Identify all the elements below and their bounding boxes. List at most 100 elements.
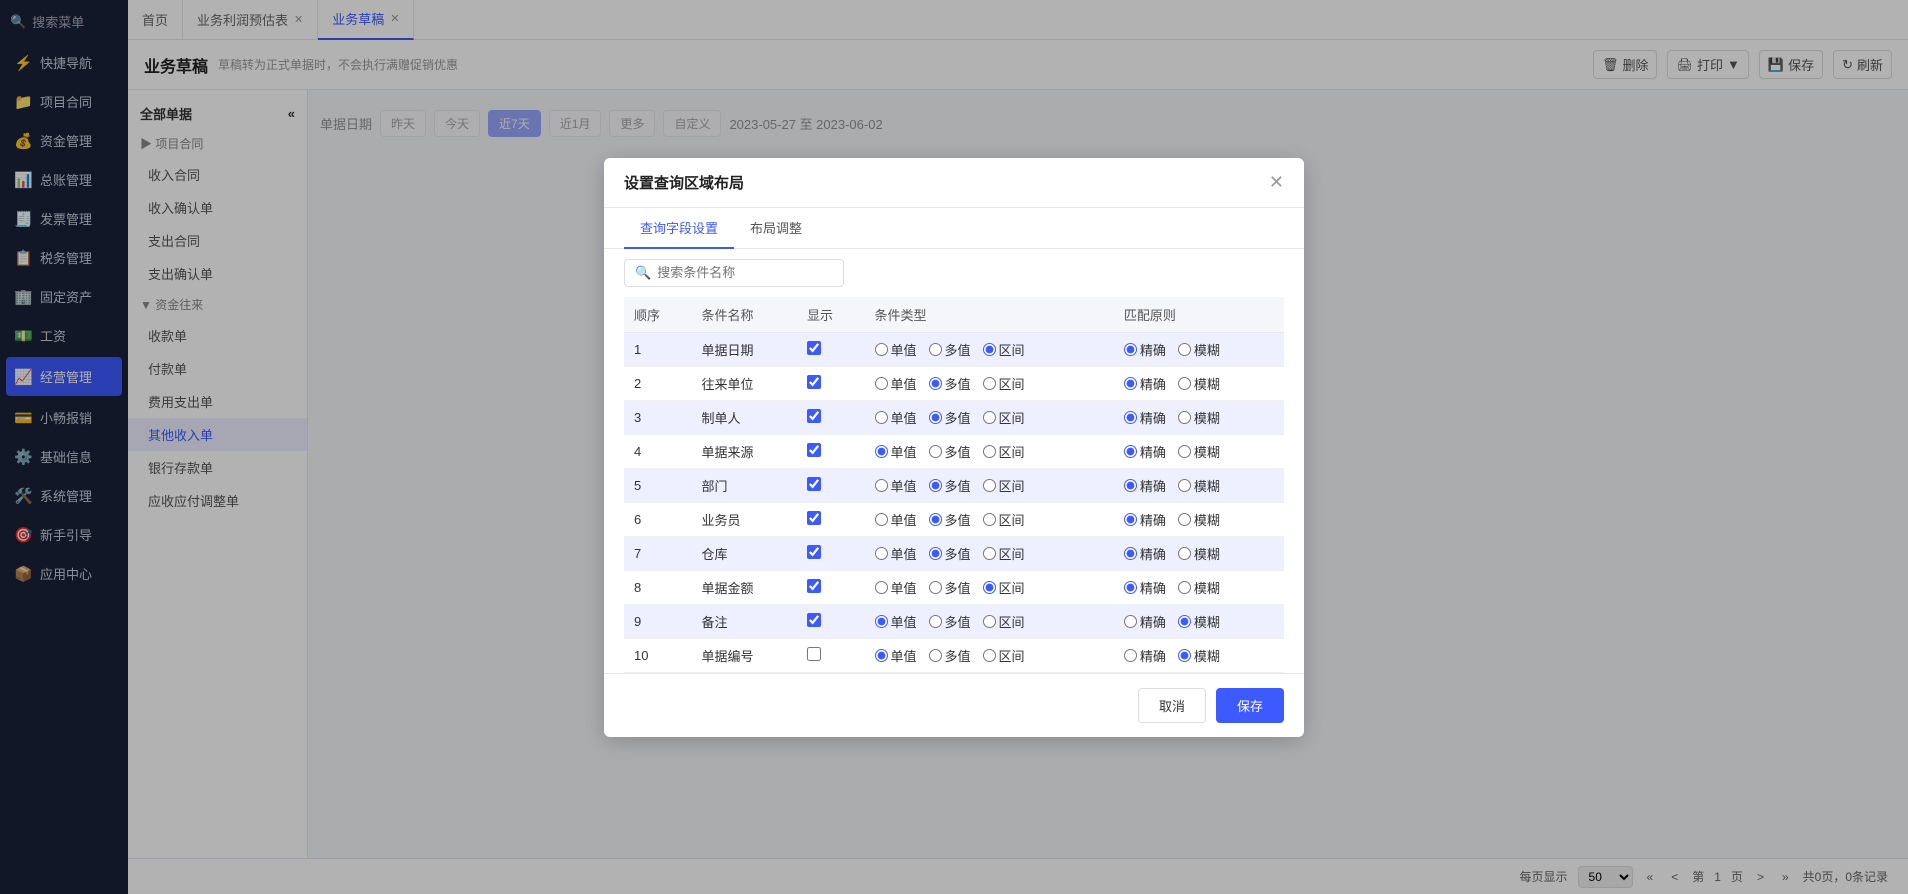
type-radio-多值[interactable]: 多值 bbox=[929, 646, 971, 665]
match-radio-精确[interactable]: 精确 bbox=[1124, 510, 1166, 529]
show-checkbox[interactable] bbox=[807, 647, 821, 661]
match-radio-精确[interactable]: 精确 bbox=[1124, 442, 1166, 461]
type-radio-多值[interactable]: 多值 bbox=[929, 612, 971, 631]
cell-match: 精确模糊 bbox=[1114, 468, 1284, 502]
type-radio-单值[interactable]: 单值 bbox=[875, 646, 917, 665]
type-radio-区间[interactable]: 区间 bbox=[983, 340, 1025, 359]
type-radio-单值[interactable]: 单值 bbox=[875, 578, 917, 597]
table-row: 6业务员单值多值区间精确模糊 bbox=[624, 502, 1284, 536]
match-radio-模糊[interactable]: 模糊 bbox=[1178, 442, 1220, 461]
type-radio-区间[interactable]: 区间 bbox=[983, 476, 1025, 495]
cell-show[interactable] bbox=[797, 468, 864, 502]
cell-order: 8 bbox=[624, 570, 691, 604]
show-checkbox[interactable] bbox=[807, 375, 821, 389]
match-radio-精确[interactable]: 精确 bbox=[1124, 374, 1166, 393]
type-radio-多值[interactable]: 多值 bbox=[929, 408, 971, 427]
match-radio-模糊[interactable]: 模糊 bbox=[1178, 544, 1220, 563]
type-radio-区间[interactable]: 区间 bbox=[983, 442, 1025, 461]
type-radio-多值[interactable]: 多值 bbox=[929, 578, 971, 597]
cell-name: 往来单位 bbox=[691, 366, 797, 400]
show-checkbox[interactable] bbox=[807, 613, 821, 627]
cell-order: 9 bbox=[624, 604, 691, 638]
modal-tabs: 查询字段设置 布局调整 bbox=[604, 208, 1304, 249]
match-radio-模糊[interactable]: 模糊 bbox=[1178, 374, 1220, 393]
type-radio-单值[interactable]: 单值 bbox=[875, 374, 917, 393]
type-radio-多值[interactable]: 多值 bbox=[929, 510, 971, 529]
table-row: 7仓库单值多值区间精确模糊 bbox=[624, 536, 1284, 570]
type-radio-单值[interactable]: 单值 bbox=[875, 340, 917, 359]
type-radio-多值[interactable]: 多值 bbox=[929, 476, 971, 495]
match-radio-精确[interactable]: 精确 bbox=[1124, 476, 1166, 495]
show-checkbox[interactable] bbox=[807, 477, 821, 491]
type-radio-单值[interactable]: 单值 bbox=[875, 544, 917, 563]
cell-show[interactable] bbox=[797, 604, 864, 638]
match-radio-模糊[interactable]: 模糊 bbox=[1178, 646, 1220, 665]
cell-show[interactable] bbox=[797, 400, 864, 434]
cancel-button[interactable]: 取消 bbox=[1138, 688, 1206, 723]
match-radio-精确[interactable]: 精确 bbox=[1124, 612, 1166, 631]
modal-tab-layout[interactable]: 布局调整 bbox=[734, 208, 818, 249]
cell-match: 精确模糊 bbox=[1114, 638, 1284, 672]
cell-type: 单值多值区间 bbox=[865, 502, 1114, 536]
type-radio-单值[interactable]: 单值 bbox=[875, 612, 917, 631]
type-radio-区间[interactable]: 区间 bbox=[983, 578, 1025, 597]
modal-tab-fields[interactable]: 查询字段设置 bbox=[624, 208, 734, 249]
modal-search-box[interactable]: 🔍 bbox=[624, 259, 844, 287]
show-checkbox[interactable] bbox=[807, 341, 821, 355]
type-radio-区间[interactable]: 区间 bbox=[983, 510, 1025, 529]
cell-match: 精确模糊 bbox=[1114, 570, 1284, 604]
type-radio-区间[interactable]: 区间 bbox=[983, 374, 1025, 393]
modal-close-button[interactable]: ✕ bbox=[1269, 172, 1284, 193]
type-radio-区间[interactable]: 区间 bbox=[983, 612, 1025, 631]
cell-show[interactable] bbox=[797, 366, 864, 400]
cell-show[interactable] bbox=[797, 570, 864, 604]
show-checkbox[interactable] bbox=[807, 409, 821, 423]
match-radio-模糊[interactable]: 模糊 bbox=[1178, 340, 1220, 359]
search-icon: 🔍 bbox=[635, 265, 651, 281]
cell-match: 精确模糊 bbox=[1114, 366, 1284, 400]
cell-show[interactable] bbox=[797, 332, 864, 366]
match-radio-模糊[interactable]: 模糊 bbox=[1178, 510, 1220, 529]
show-checkbox[interactable] bbox=[807, 443, 821, 457]
type-radio-单值[interactable]: 单值 bbox=[875, 476, 917, 495]
type-radio-多值[interactable]: 多值 bbox=[929, 374, 971, 393]
col-type: 条件类型 bbox=[865, 297, 1114, 333]
match-radio-精确[interactable]: 精确 bbox=[1124, 340, 1166, 359]
type-radio-多值[interactable]: 多值 bbox=[929, 442, 971, 461]
type-radio-单值[interactable]: 单值 bbox=[875, 408, 917, 427]
match-radio-精确[interactable]: 精确 bbox=[1124, 544, 1166, 563]
cell-type: 单值多值区间 bbox=[865, 604, 1114, 638]
type-radio-单值[interactable]: 单值 bbox=[875, 510, 917, 529]
cell-match: 精确模糊 bbox=[1114, 332, 1284, 366]
table-row: 9备注单值多值区间精确模糊 bbox=[624, 604, 1284, 638]
type-radio-区间[interactable]: 区间 bbox=[983, 544, 1025, 563]
match-radio-精确[interactable]: 精确 bbox=[1124, 646, 1166, 665]
cell-order: 3 bbox=[624, 400, 691, 434]
match-radio-模糊[interactable]: 模糊 bbox=[1178, 476, 1220, 495]
modal-overlay[interactable]: 设置查询区域布局 ✕ 查询字段设置 布局调整 🔍 顺序 bbox=[0, 0, 1908, 894]
type-radio-区间[interactable]: 区间 bbox=[983, 646, 1025, 665]
match-radio-模糊[interactable]: 模糊 bbox=[1178, 612, 1220, 631]
type-radio-单值[interactable]: 单值 bbox=[875, 442, 917, 461]
show-checkbox[interactable] bbox=[807, 511, 821, 525]
match-radio-模糊[interactable]: 模糊 bbox=[1178, 408, 1220, 427]
cell-show[interactable] bbox=[797, 638, 864, 672]
cell-show[interactable] bbox=[797, 536, 864, 570]
show-checkbox[interactable] bbox=[807, 579, 821, 593]
cell-order: 5 bbox=[624, 468, 691, 502]
modal-save-button[interactable]: 保存 bbox=[1216, 688, 1284, 723]
match-radio-模糊[interactable]: 模糊 bbox=[1178, 578, 1220, 597]
type-radio-多值[interactable]: 多值 bbox=[929, 544, 971, 563]
col-show: 显示 bbox=[797, 297, 864, 333]
match-radio-精确[interactable]: 精确 bbox=[1124, 578, 1166, 597]
show-checkbox[interactable] bbox=[807, 545, 821, 559]
type-radio-区间[interactable]: 区间 bbox=[983, 408, 1025, 427]
table-row: 8单据金额单值多值区间精确模糊 bbox=[624, 570, 1284, 604]
cell-show[interactable] bbox=[797, 434, 864, 468]
modal-search-input[interactable] bbox=[657, 265, 833, 280]
cell-type: 单值多值区间 bbox=[865, 332, 1114, 366]
match-radio-精确[interactable]: 精确 bbox=[1124, 408, 1166, 427]
cell-order: 2 bbox=[624, 366, 691, 400]
type-radio-多值[interactable]: 多值 bbox=[929, 340, 971, 359]
cell-show[interactable] bbox=[797, 502, 864, 536]
